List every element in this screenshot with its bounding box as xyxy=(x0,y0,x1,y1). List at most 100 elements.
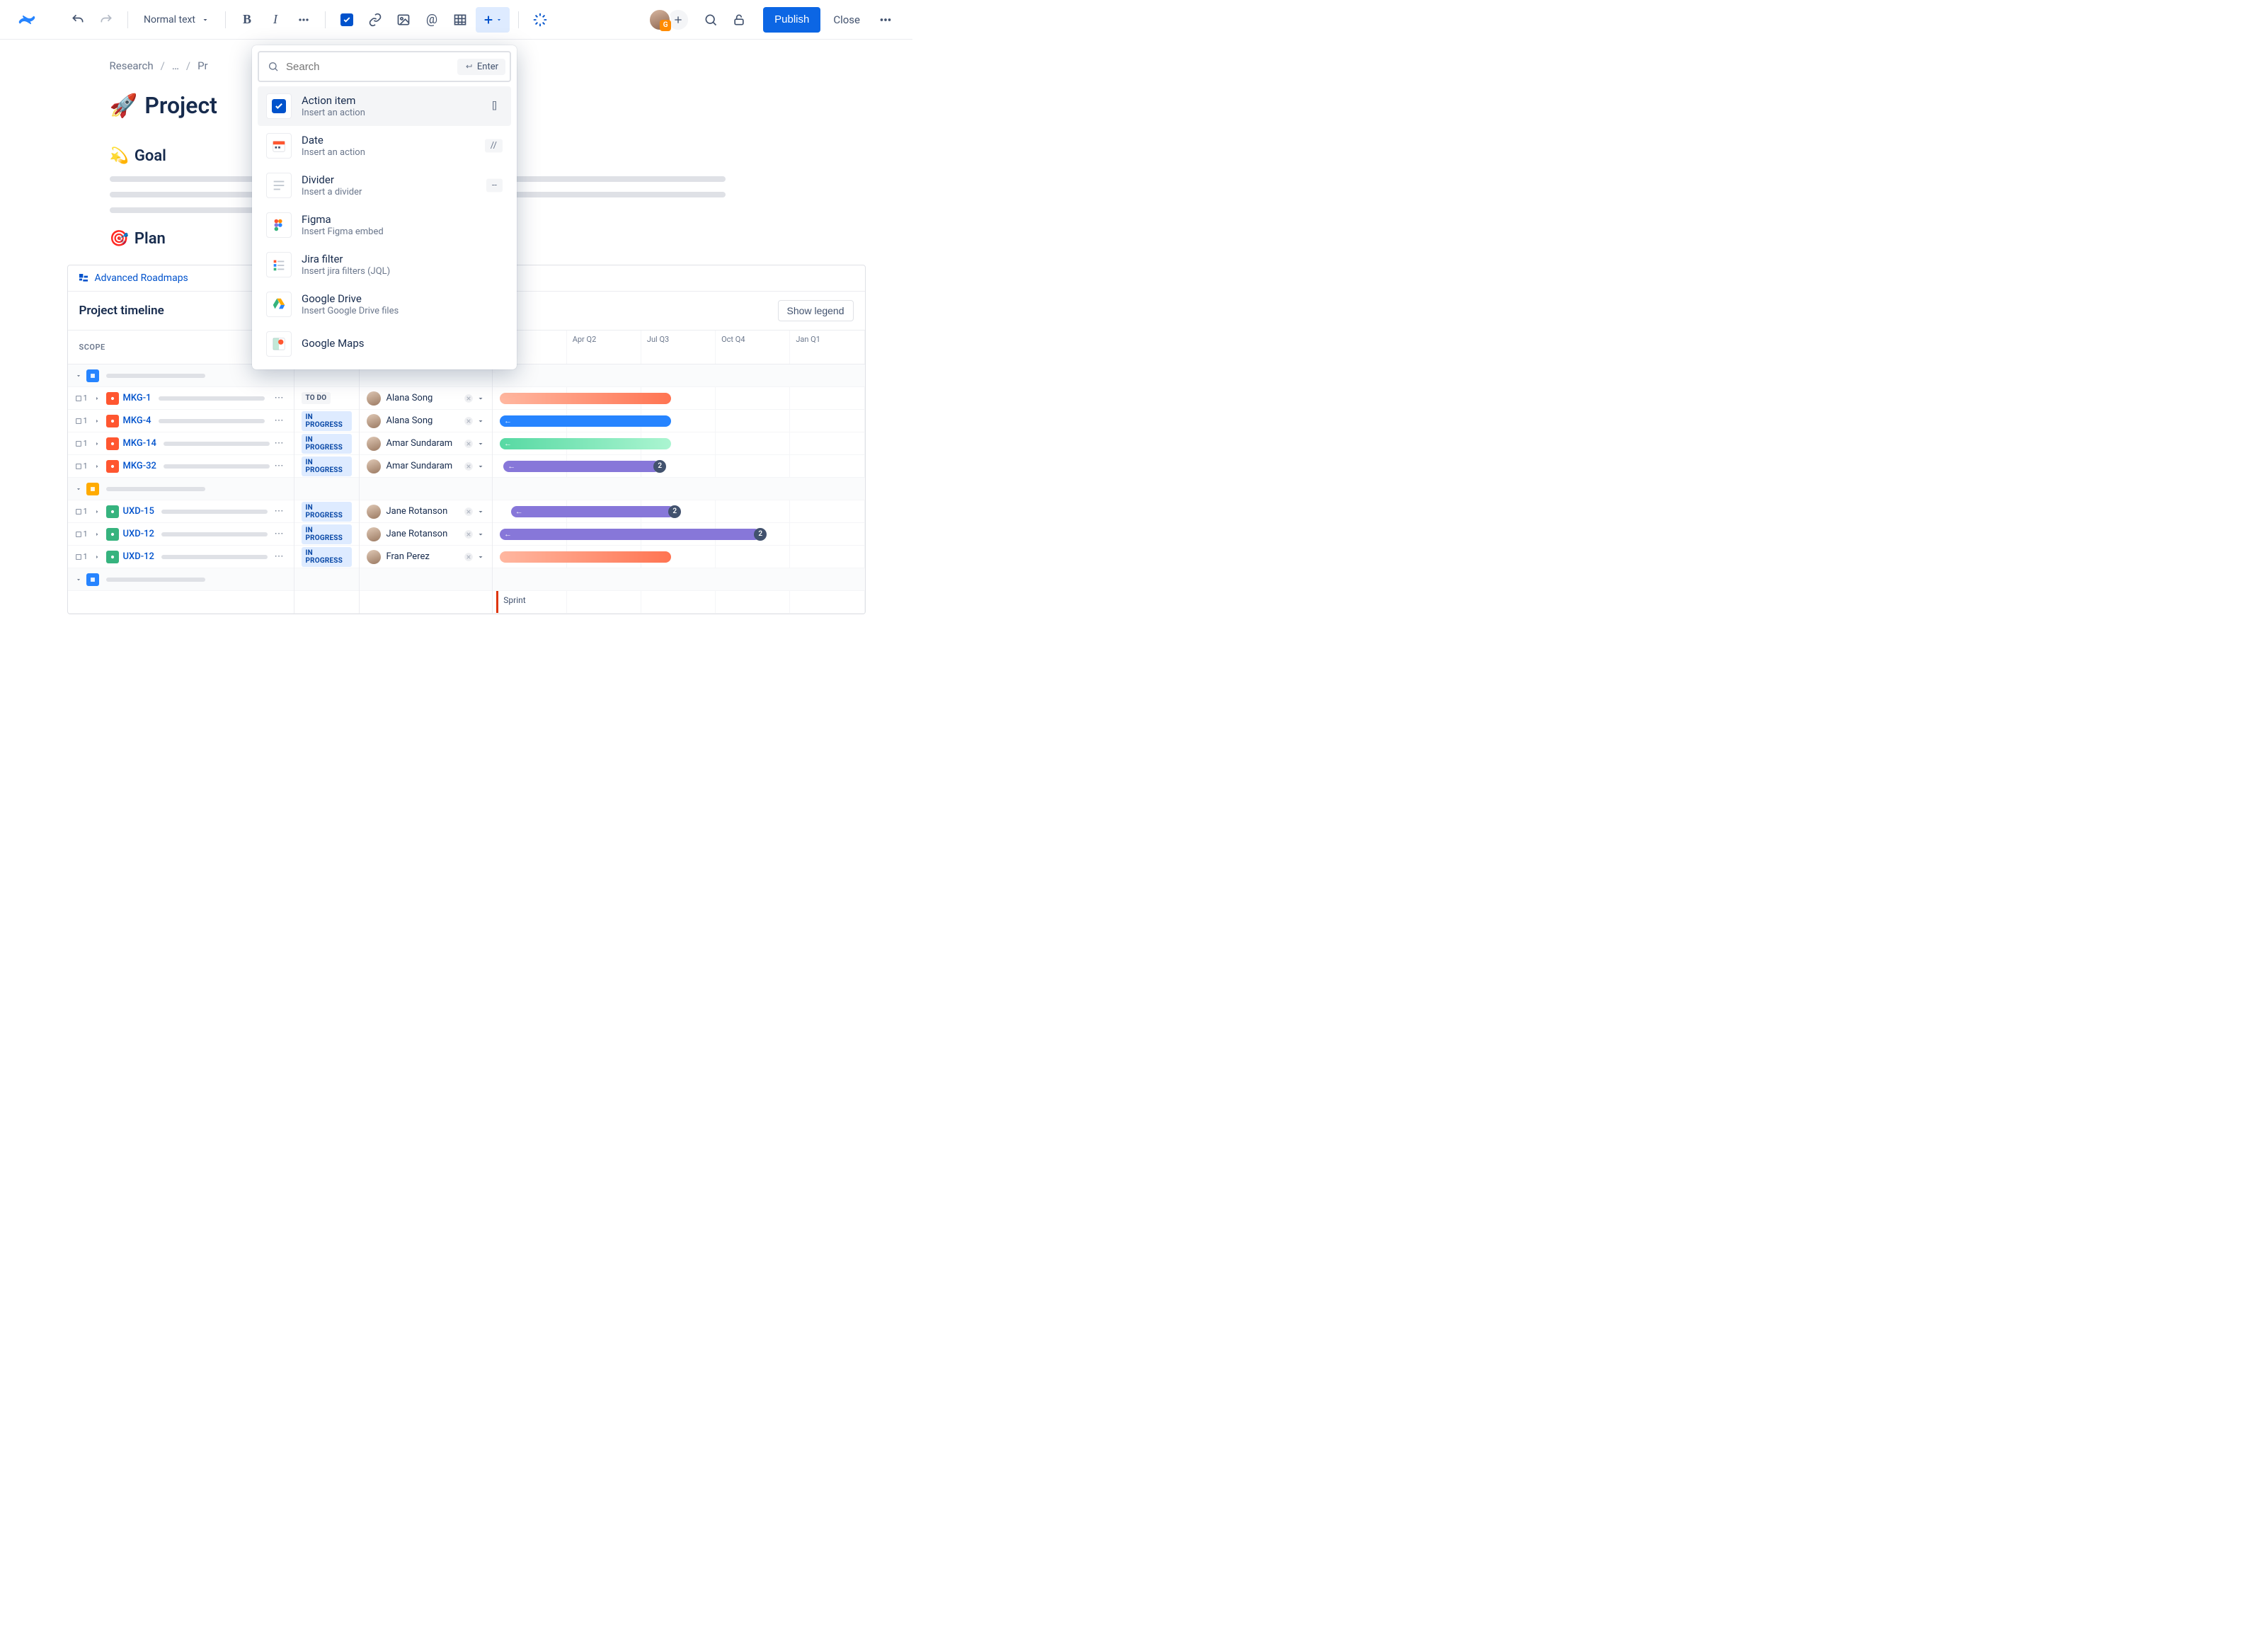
italic-button[interactable]: I xyxy=(263,7,288,33)
insert-item-action[interactable]: Action item Insert an action [] xyxy=(258,86,511,126)
assignee-dropdown[interactable] xyxy=(476,440,485,448)
status-badge[interactable]: IN PROGRESS xyxy=(302,502,352,522)
search-button[interactable] xyxy=(698,7,723,33)
clear-assignee[interactable] xyxy=(464,416,474,426)
insert-search-input[interactable] xyxy=(285,60,457,74)
assignee-avatar[interactable] xyxy=(367,459,381,473)
breadcrumb-root[interactable]: Research xyxy=(110,59,154,72)
arrow-left-icon: ← xyxy=(515,507,523,516)
assignee-avatar[interactable] xyxy=(367,391,381,406)
timeline-bar[interactable]: ← 2 xyxy=(511,506,675,517)
issue-key[interactable]: UXD-12 xyxy=(123,529,154,539)
bold-button[interactable]: B xyxy=(234,7,260,33)
assignee-dropdown[interactable] xyxy=(476,553,485,561)
insert-item-date[interactable]: Date Insert an action // xyxy=(258,126,511,166)
restrictions-button[interactable] xyxy=(726,7,752,33)
more-actions-button[interactable] xyxy=(873,7,898,33)
action-item-button[interactable] xyxy=(334,7,360,33)
assignee-dropdown[interactable] xyxy=(476,394,485,403)
row-actions[interactable]: ⋯ xyxy=(272,393,287,403)
chevron-right-icon xyxy=(93,440,101,447)
roadmap-item-row[interactable]: 1 UXD-12 ⋯ xyxy=(68,523,294,546)
clear-assignee[interactable] xyxy=(464,439,474,449)
row-actions[interactable]: ⋯ xyxy=(272,529,287,539)
arrow-left-icon: ← xyxy=(504,529,512,539)
insert-search-field[interactable]: Enter xyxy=(258,51,511,82)
row-actions[interactable]: ⋯ xyxy=(272,415,287,426)
breadcrumb-current[interactable]: Pr xyxy=(197,59,208,72)
dependency-count: 2 xyxy=(754,528,767,541)
row-actions[interactable]: ⋯ xyxy=(272,461,287,471)
text-style-dropdown[interactable]: Normal text xyxy=(137,7,217,33)
image-button[interactable] xyxy=(391,7,416,33)
clear-assignee[interactable] xyxy=(464,552,474,562)
assignee-avatar[interactable] xyxy=(367,437,381,451)
assignee-dropdown[interactable] xyxy=(476,507,485,516)
placeholder-line xyxy=(106,374,205,378)
status-badge[interactable]: IN PROGRESS xyxy=(302,457,352,476)
issue-type-icon xyxy=(106,505,119,518)
status-badge[interactable]: IN PROGRESS xyxy=(302,524,352,544)
insert-item-gmaps[interactable]: Google Maps xyxy=(258,324,511,364)
timeline-bar[interactable]: ← 2 xyxy=(500,529,760,540)
insert-item-divider[interactable]: Divider Insert a divider -- xyxy=(258,166,511,205)
status-badge[interactable]: IN PROGRESS xyxy=(302,434,352,454)
clear-assignee[interactable] xyxy=(464,394,474,403)
close-button[interactable]: Close xyxy=(823,7,870,33)
insert-item-gdrive[interactable]: Google Drive Insert Google Drive files xyxy=(258,285,511,324)
status-badge[interactable]: TO DO xyxy=(302,392,331,404)
issue-key[interactable]: MKG-4 xyxy=(123,415,151,426)
status-badge[interactable]: IN PROGRESS xyxy=(302,547,352,567)
roadmap-item-row[interactable]: 1 UXD-12 ⋯ xyxy=(68,546,294,568)
clear-assignee[interactable] xyxy=(464,461,474,471)
more-formatting-button[interactable] xyxy=(291,7,316,33)
insert-button[interactable] xyxy=(476,7,510,33)
assignee-avatar[interactable] xyxy=(367,505,381,519)
link-button[interactable] xyxy=(362,7,388,33)
sprint-marker xyxy=(496,591,498,613)
roadmap-item-row[interactable]: 1 MKG-4 ⋯ xyxy=(68,410,294,432)
timeline-bar[interactable]: ← 2 xyxy=(503,461,660,472)
avatar[interactable]: G xyxy=(648,8,671,31)
insert-item-figma[interactable]: Figma Insert Figma embed xyxy=(258,205,511,245)
roadmap-item-row[interactable]: 1 MKG-14 ⋯ xyxy=(68,432,294,455)
roadmap-item-row[interactable]: 1 MKG-32 ⋯ xyxy=(68,455,294,478)
roadmap-item-row[interactable]: 1 UXD-15 ⋯ xyxy=(68,500,294,523)
show-legend-button[interactable]: Show legend xyxy=(778,300,854,321)
clear-assignee[interactable] xyxy=(464,507,474,517)
timeline-bar[interactable]: ← xyxy=(500,438,671,449)
issue-key[interactable]: MKG-1 xyxy=(123,393,151,403)
roadmap-item-row[interactable]: 1 MKG-1 ⋯ xyxy=(68,387,294,410)
clear-assignee[interactable] xyxy=(464,529,474,539)
ai-button[interactable] xyxy=(527,7,553,33)
issue-key[interactable]: UXD-12 xyxy=(123,551,154,562)
issue-key[interactable]: MKG-14 xyxy=(123,438,156,449)
assignee-avatar[interactable] xyxy=(367,414,381,428)
publish-button[interactable]: Publish xyxy=(763,7,820,33)
mention-button[interactable]: @ xyxy=(419,7,445,33)
roadmap-group-row[interactable] xyxy=(68,568,294,591)
assignee-avatar[interactable] xyxy=(367,550,381,564)
assignee-name: Alana Song xyxy=(386,415,464,426)
row-actions[interactable]: ⋯ xyxy=(272,551,287,562)
redo-button[interactable] xyxy=(93,7,119,33)
insert-item-jira[interactable]: Jira filter Insert jira filters (JQL) xyxy=(258,245,511,285)
confluence-logo[interactable] xyxy=(14,7,40,33)
undo-button[interactable] xyxy=(65,7,91,33)
breadcrumb-ellipsis[interactable]: … xyxy=(172,59,179,72)
table-button[interactable] xyxy=(447,7,473,33)
assignee-dropdown[interactable] xyxy=(476,462,485,471)
assignee-dropdown[interactable] xyxy=(476,530,485,539)
date-icon xyxy=(266,133,292,159)
assignee-avatar[interactable] xyxy=(367,527,381,541)
status-badge[interactable]: IN PROGRESS xyxy=(302,411,352,431)
assignee-dropdown[interactable] xyxy=(476,417,485,425)
timeline-bar[interactable]: ← xyxy=(500,415,671,427)
roadmap-group-row[interactable] xyxy=(68,478,294,500)
timeline-bar[interactable] xyxy=(500,393,671,404)
row-actions[interactable]: ⋯ xyxy=(272,438,287,449)
timeline-bar[interactable] xyxy=(500,551,671,563)
row-actions[interactable]: ⋯ xyxy=(272,506,287,517)
issue-key[interactable]: UXD-15 xyxy=(123,506,154,517)
issue-key[interactable]: MKG-32 xyxy=(123,461,156,471)
